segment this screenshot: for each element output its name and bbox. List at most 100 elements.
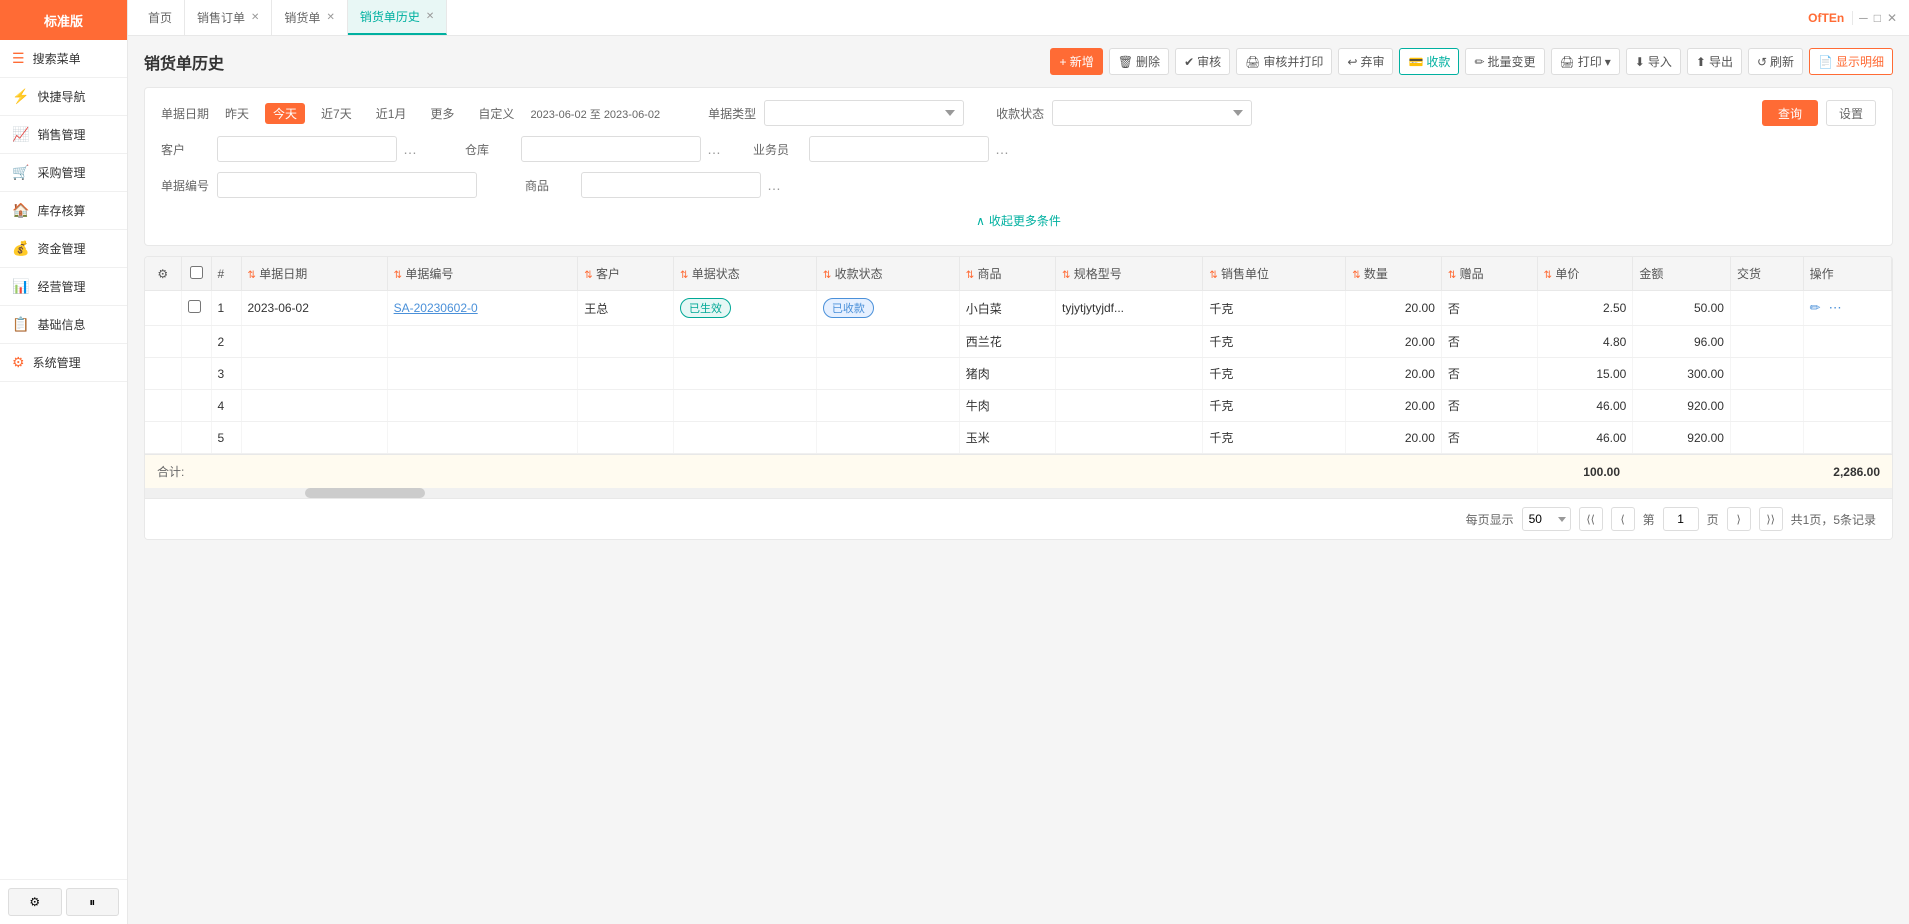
th-goods[interactable]: ⇅ 商品 [959,257,1055,291]
th-spec[interactable]: ⇅ 规格型号 [1055,257,1202,291]
row-checkbox[interactable] [188,300,201,313]
customer-ellipsis[interactable]: … [403,141,417,157]
page-last-btn[interactable]: ⟩⟩ [1759,507,1783,531]
td-amount: 300.00 [1633,358,1731,390]
filter-collapse-btn[interactable]: ∧ 收起更多条件 [161,208,1876,233]
edit-icon[interactable]: ✏ [1810,300,1821,316]
doc-no-link[interactable]: SA-20230602-0 [394,301,478,315]
sidebar-item-finance-mgmt[interactable]: 💰 资金管理 [0,230,127,268]
refresh-button[interactable]: ↺ 刷新 [1748,48,1803,75]
th-doc-status[interactable]: ⇅ 单据状态 [674,257,817,291]
warehouse-ellipsis[interactable]: … [707,141,721,157]
sidebar-item-search-menu[interactable]: ☰ 搜索菜单 [0,40,127,78]
table-row: 2 西兰花 千克 20.00 否 4.80 96.00 [145,326,1892,358]
minimize-icon[interactable]: ─ [1859,11,1868,25]
tab-sales-order[interactable]: 销售订单 ✕ [185,0,272,35]
sidebar-item-base-info[interactable]: 📋 基础信息 [0,306,127,344]
new-button[interactable]: + 新增 [1050,48,1102,75]
th-customer[interactable]: ⇅ 客户 [578,257,674,291]
customer-input[interactable] [217,136,397,162]
batch-change-button[interactable]: ✏ 批量变更 [1465,48,1544,75]
tab-sales-delivery[interactable]: 销货单 ✕ [272,0,347,35]
page-first-btn[interactable]: ⟨⟨ [1579,507,1603,531]
data-table-container: ⚙ # ⇅ 单据日期 ⇅ 单据编号 ⇅ 客户 ⇅ 单据状态 ⇅ 收款状态 ⇅ 商… [144,256,1893,540]
sidebar-item-quick-nav[interactable]: ⚡ 快捷导航 [0,78,127,116]
page-title: 销货单历史 [144,50,1050,74]
per-page-select[interactable]: 50 100 200 [1522,507,1571,531]
page-number-input[interactable] [1663,507,1699,531]
th-price[interactable]: ⇅ 单价 [1537,257,1633,291]
set-button[interactable]: 设置 [1826,100,1876,126]
collapse-label: 收起更多条件 [989,212,1061,229]
import-button[interactable]: ⬇ 导入 [1626,48,1681,75]
base-info-icon: 📋 [12,316,29,333]
staff-input[interactable] [809,136,989,162]
th-unit[interactable]: ⇅ 销售单位 [1203,257,1346,291]
td-qty: 20.00 [1346,390,1442,422]
tab-home-label: 首页 [148,9,172,26]
print-button[interactable]: 🖨 打印 ▾ [1551,48,1620,75]
tab-sales-delivery-close[interactable]: ✕ [326,12,334,23]
collect-button[interactable]: 💳 收款 [1399,48,1459,75]
date-tab-custom[interactable]: 自定义 [470,103,522,124]
query-button[interactable]: 查询 [1762,100,1818,126]
horizontal-scrollbar[interactable] [145,488,1892,498]
sidebar-item-purchase-mgmt[interactable]: 🛒 采购管理 [0,154,127,192]
td-customer [578,358,674,390]
staff-ellipsis[interactable]: … [995,141,1009,157]
date-tab-1month[interactable]: 近1月 [368,103,415,124]
show-detail-button[interactable]: 📄 显示明细 [1809,48,1893,75]
doc-no-input[interactable] [217,172,477,198]
goods-ellipsis[interactable]: … [767,177,781,193]
sidebar-item-inventory[interactable]: 🏠 库存核算 [0,192,127,230]
audit-print-button[interactable]: 🖨 审核并打印 [1236,48,1332,75]
td-customer: 王总 [578,291,674,326]
audit-button[interactable]: ✔ 审核 [1175,48,1230,75]
th-doc-no[interactable]: ⇅ 单据编号 [387,257,578,291]
td-amount: 920.00 [1633,390,1731,422]
abandon-button[interactable]: ↩ 弃审 [1338,48,1393,75]
scrollbar-thumb[interactable] [305,488,425,498]
date-tab-today[interactable]: 今天 [265,103,305,124]
tab-home[interactable]: 首页 [136,0,185,35]
td-qty: 20.00 [1346,291,1442,326]
maximize-icon[interactable]: □ [1874,11,1881,25]
tab-sales-history[interactable]: 销货单历史 ✕ [348,0,447,35]
warehouse-input[interactable] [521,136,701,162]
tab-sales-order-close[interactable]: ✕ [251,12,259,23]
th-date[interactable]: ⇅ 单据日期 [241,257,387,291]
th-gear[interactable]: ⚙ [145,257,181,291]
more-icon[interactable]: ⋯ [1829,300,1842,316]
th-gift[interactable]: ⇅ 赠品 [1441,257,1537,291]
date-tab-7days[interactable]: 近7天 [313,103,360,124]
close-window-icon[interactable]: ✕ [1887,11,1897,25]
td-customer [578,422,674,454]
collect-status-select[interactable] [1052,100,1252,126]
sidebar-item-system-mgmt[interactable]: ⚙ 系统管理 [0,344,127,382]
delete-button[interactable]: 🗑 删除 [1109,48,1169,75]
td-check [181,390,211,422]
sidebar-item-sales-mgmt[interactable]: 📈 销售管理 [0,116,127,154]
td-spec: tyjytjytyjdf... [1055,291,1202,326]
goods-input[interactable] [581,172,761,198]
sidebar-collapse-btn[interactable]: ⏸ [66,888,120,916]
page-next-btn[interactable]: ⟩ [1727,507,1751,531]
export-button[interactable]: ⬆ 导出 [1687,48,1742,75]
select-all-checkbox[interactable] [190,266,203,279]
abandon-label: 弃审 [1360,53,1384,70]
td-action [1803,358,1891,390]
sidebar-item-operation-mgmt[interactable]: 📊 经营管理 [0,268,127,306]
sidebar: 标准版 ☰ 搜索菜单 ⚡ 快捷导航 📈 销售管理 🛒 采购管理 🏠 库存核算 💰… [0,0,128,924]
date-tab-more[interactable]: 更多 [422,103,462,124]
tab-sales-history-close[interactable]: ✕ [426,11,434,22]
doc-type-label: 单据类型 [708,105,758,122]
th-collect-status[interactable]: ⇅ 收款状态 [816,257,959,291]
doc-type-select[interactable] [764,100,964,126]
page-prev-btn[interactable]: ⟨ [1611,507,1635,531]
delete-label: 删除 [1136,53,1160,70]
date-tab-yesterday[interactable]: 昨天 [217,103,257,124]
td-unit: 千克 [1203,358,1346,390]
sidebar-expand-btn[interactable]: ⚙ [8,888,62,916]
th-seq: # [211,257,241,291]
th-qty[interactable]: ⇅ 数量 [1346,257,1442,291]
